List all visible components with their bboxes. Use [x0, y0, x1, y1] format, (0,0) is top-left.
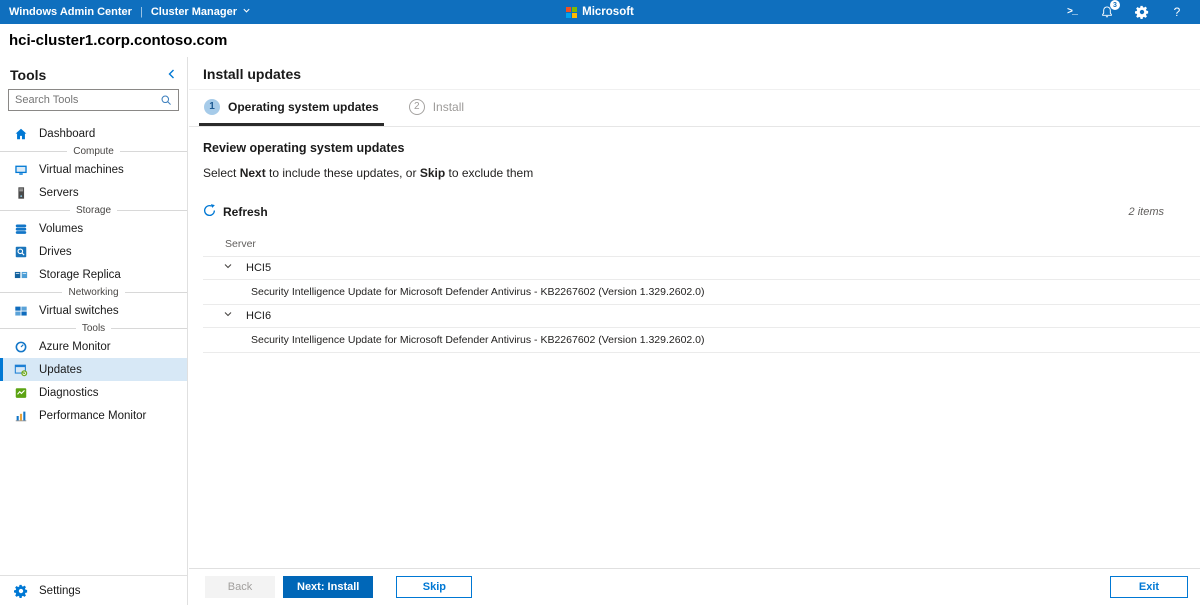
notification-badge: 3: [1110, 0, 1120, 10]
sidebar-item-label: Virtual switches: [39, 304, 119, 317]
azure-monitor-icon: [13, 339, 29, 355]
solution-name: Cluster Manager: [150, 6, 238, 18]
storage-replica-icon: [13, 267, 29, 283]
settings-gear-icon[interactable]: [1134, 4, 1150, 20]
search-icon[interactable]: [160, 94, 173, 107]
microsoft-wordmark: Microsoft: [582, 6, 634, 18]
sidebar-item-servers[interactable]: Servers: [0, 181, 187, 204]
cluster-title-bar: hci-cluster1.corp.contoso.com: [0, 24, 1200, 57]
step-number: 2: [408, 98, 425, 115]
home-icon: [13, 126, 29, 142]
sidebar-item-storage-replica[interactable]: Storage Replica: [0, 263, 187, 286]
step-install[interactable]: 2 Install: [404, 90, 469, 126]
sidebar-item-virtual-switches[interactable]: Virtual switches: [0, 299, 187, 322]
tools-search: [8, 89, 179, 111]
help-icon[interactable]: ?: [1169, 4, 1185, 20]
sidebar-item-label: Volumes: [39, 222, 84, 235]
section-divider-compute: Compute: [0, 145, 187, 158]
sidebar-item-label: Azure Monitor: [39, 340, 111, 353]
sidebar-item-settings[interactable]: Settings: [0, 575, 187, 605]
refresh-button[interactable]: Refresh: [203, 204, 268, 220]
updates-icon: [13, 362, 29, 378]
notifications-bell-icon[interactable]: 3: [1099, 0, 1120, 20]
volumes-icon: [13, 221, 29, 237]
sidebar-item-label: Performance Monitor: [39, 409, 147, 422]
step-label: Operating system updates: [228, 99, 379, 114]
server-name: HCI6: [246, 309, 272, 322]
settings-label: Settings: [39, 584, 81, 597]
search-input[interactable]: [9, 94, 160, 106]
exit-button[interactable]: Exit: [1110, 576, 1188, 598]
server-name: HCI5: [246, 261, 272, 274]
virtual-machine-icon: [13, 162, 29, 178]
sidebar-item-label: Servers: [39, 186, 79, 199]
step-operating-system-updates[interactable]: 1 Operating system updates: [199, 90, 384, 126]
chevron-down-icon[interactable]: [223, 261, 233, 274]
section-divider-storage: Storage: [0, 204, 187, 217]
powershell-console-icon[interactable]: >_: [1064, 4, 1080, 20]
settings-gear-icon: [13, 583, 29, 599]
cluster-name: hci-cluster1.corp.contoso.com: [9, 32, 228, 49]
server-group-row[interactable]: HCI5: [203, 257, 1200, 280]
sidebar-item-azure-monitor[interactable]: Azure Monitor: [0, 335, 187, 358]
sidebar-item-label: Drives: [39, 245, 72, 258]
sidebar-title: Tools: [10, 67, 47, 83]
chevron-down-icon: [242, 6, 251, 18]
sidebar-item-performance-monitor[interactable]: Performance Monitor: [0, 404, 187, 427]
step-label: Install: [432, 99, 465, 114]
sidebar-item-label: Updates: [39, 363, 82, 376]
sidebar-item-label: Storage Replica: [39, 268, 121, 281]
sidebar-item-virtual-machines[interactable]: Virtual machines: [0, 158, 187, 181]
column-header-server[interactable]: Server: [203, 233, 1200, 257]
chevron-down-icon[interactable]: [223, 309, 233, 322]
server-group-row[interactable]: HCI6: [203, 305, 1200, 328]
diagnostics-icon: [13, 385, 29, 401]
sidebar-item-label: Dashboard: [39, 127, 96, 140]
step-number: 1: [204, 98, 220, 115]
items-count: 2 items: [1128, 206, 1164, 218]
section-divider-tools: Tools: [0, 322, 187, 335]
update-title: Security Intelligence Update for Microso…: [251, 286, 705, 298]
refresh-icon: [203, 204, 216, 220]
sidebar-item-label: Virtual machines: [39, 163, 124, 176]
sidebar-item-dashboard[interactable]: Dashboard: [0, 122, 187, 145]
wizard-steps: 1 Operating system updates 2 Install: [189, 90, 1200, 127]
server-icon: [13, 185, 29, 201]
wizard-footer: Back Next: Install Skip Exit: [189, 568, 1200, 605]
back-button[interactable]: Back: [205, 576, 275, 598]
main-panel: Install updates 1 Operating system updat…: [189, 57, 1200, 605]
top-app-bar: Windows Admin Center | Cluster Manager M…: [0, 0, 1200, 24]
solution-switcher[interactable]: Cluster Manager: [151, 6, 251, 18]
microsoft-logo-icon: [566, 6, 578, 18]
collapse-sidebar-icon[interactable]: [166, 68, 177, 83]
performance-monitor-icon: [13, 408, 29, 424]
page-title: Install updates: [189, 57, 1200, 90]
refresh-label: Refresh: [223, 205, 268, 219]
title-separator: |: [139, 6, 143, 18]
instruction-text: Select Next to include these updates, or…: [203, 166, 534, 180]
skip-button[interactable]: Skip: [396, 576, 473, 598]
virtual-switches-icon: [13, 303, 29, 319]
sidebar-item-label: Diagnostics: [39, 386, 99, 399]
app-title[interactable]: Windows Admin Center: [9, 6, 132, 18]
sidebar-item-diagnostics[interactable]: Diagnostics: [0, 381, 187, 404]
update-title: Security Intelligence Update for Microso…: [251, 334, 705, 346]
section-divider-networking: Networking: [0, 286, 187, 299]
updates-table: Server HCI5 Security Intelligence Update…: [203, 233, 1200, 353]
section-title: Review operating system updates: [203, 141, 405, 155]
sidebar-item-updates[interactable]: Updates: [0, 358, 187, 381]
update-item-row: Security Intelligence Update for Microso…: [203, 280, 1200, 305]
update-item-row: Security Intelligence Update for Microso…: [203, 328, 1200, 353]
tools-sidebar: Tools Dashboard Compute Virtual machines…: [0, 57, 188, 605]
sidebar-item-volumes[interactable]: Volumes: [0, 217, 187, 240]
next-install-button[interactable]: Next: Install: [283, 576, 374, 598]
sidebar-item-drives[interactable]: Drives: [0, 240, 187, 263]
drives-icon: [13, 244, 29, 260]
